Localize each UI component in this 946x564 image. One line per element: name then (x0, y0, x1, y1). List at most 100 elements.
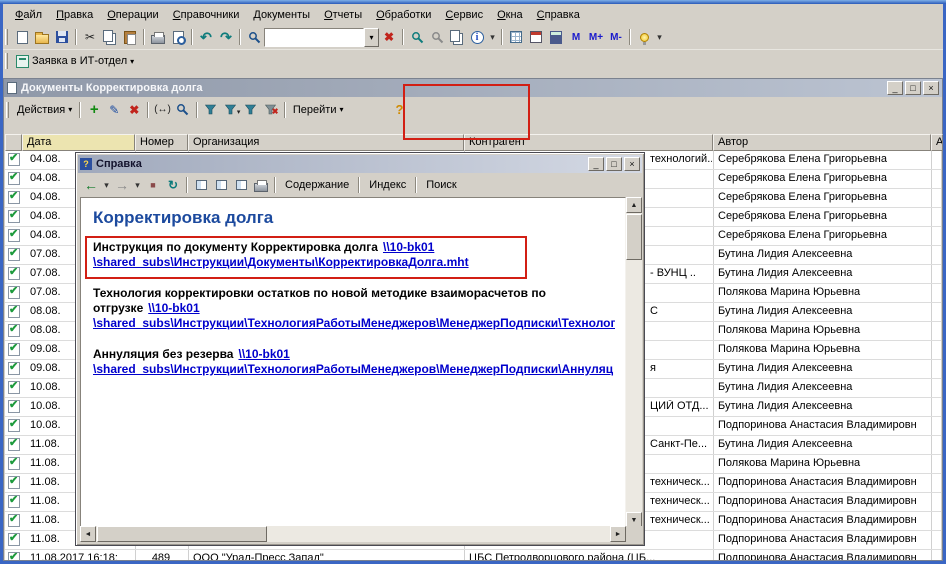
find-next-button[interactable] (407, 27, 427, 47)
help-entry-title: Аннуляция без резерва (93, 347, 234, 361)
calendar-button[interactable] (526, 27, 546, 47)
undo-button[interactable]: ↶ (196, 27, 216, 47)
table-row[interactable]: 11.08.2017 16:18: 489 ООО "Урал-Пресс За… (5, 550, 941, 560)
back-dropdown-button[interactable]: ▾ (101, 175, 112, 195)
forward-dropdown-button[interactable]: ▾ (132, 175, 143, 195)
toolbar-separator (402, 29, 404, 45)
date-interval-button[interactable]: (↔) (152, 100, 173, 120)
delete-mark-button[interactable]: ✖ (124, 100, 144, 120)
toolbar-separator (195, 101, 198, 118)
column-header-extra[interactable]: А (931, 134, 943, 151)
help-entry-link-path[interactable]: \shared_subs\Инструкции\ТехнологияРаботы… (93, 316, 615, 331)
horizontal-scrollbar[interactable]: ◄ ► (80, 526, 626, 542)
menu-item[interactable]: Сервис (438, 7, 490, 23)
tip-of-day-button[interactable] (634, 27, 654, 47)
maximize-button[interactable]: □ (606, 157, 622, 171)
search-input[interactable] (264, 27, 364, 47)
horizontal-scroll-thumb[interactable] (97, 526, 267, 542)
menu-item[interactable]: Правка (49, 7, 100, 23)
panel-view-button[interactable] (231, 175, 251, 195)
help-entry-link-host[interactable]: \\10-bk01 (238, 347, 289, 361)
it-request-button[interactable]: Заявка в ИТ-отдел ▾ (12, 51, 138, 71)
memory-plus-button[interactable]: М+ (586, 27, 606, 47)
toolbar-grip[interactable] (5, 29, 8, 45)
menu-item[interactable]: Документы (246, 7, 317, 23)
vertical-scroll-thumb[interactable] (626, 214, 642, 260)
toolbar-grip[interactable] (5, 53, 8, 69)
memory-minus-button[interactable]: М- (606, 27, 626, 47)
menu-item[interactable]: Справочники (166, 7, 247, 23)
forward-button[interactable]: → (112, 175, 132, 195)
filter-by-value-button[interactable]: ▾ (221, 100, 241, 120)
back-button[interactable]: ← (81, 175, 101, 195)
info-dropdown-button[interactable]: ▾ (487, 27, 498, 47)
clear-search-button[interactable]: ✖ (379, 27, 399, 47)
index-button[interactable]: Индекс (363, 175, 412, 195)
cell-organization: ООО "Урал-Пресс Запад" (193, 552, 324, 560)
find-in-list-button[interactable] (173, 100, 193, 120)
table-button[interactable] (506, 27, 526, 47)
cell-counterparty-fragment: техническ... (650, 476, 710, 488)
toolbar-grip[interactable] (6, 101, 9, 118)
contents-button[interactable]: Содержание (279, 175, 355, 195)
posted-document-icon (8, 265, 20, 280)
save-button[interactable] (52, 27, 72, 47)
close-button[interactable]: × (624, 157, 640, 171)
help-entry-link-host[interactable]: \\10-bk01 (148, 301, 199, 315)
tip-dropdown-button[interactable]: ▾ (654, 27, 665, 47)
goto-button[interactable]: Перейти ▾ (289, 100, 348, 120)
copy-special-icon (450, 29, 460, 42)
filter-history-button[interactable] (241, 100, 261, 120)
print-preview-button[interactable] (168, 27, 188, 47)
redo-button[interactable]: ↷ (216, 27, 236, 47)
menu-item[interactable]: Справка (530, 7, 587, 23)
info-button[interactable]: i (467, 27, 487, 47)
actions-button[interactable]: Действия ▾ (13, 100, 76, 120)
close-button[interactable]: × (923, 81, 939, 95)
open-button[interactable] (32, 27, 52, 47)
column-header-date[interactable]: Дата (22, 134, 135, 151)
help-entry-link-path[interactable]: \shared_subs\Инструкции\ТехнологияРаботы… (93, 362, 615, 377)
chevron-down-icon: ▾ (369, 32, 374, 42)
add-button[interactable]: + (84, 100, 104, 120)
column-header-icon[interactable] (5, 134, 22, 151)
help-print-button[interactable] (251, 175, 271, 195)
disable-filter-button[interactable]: ✖ (261, 100, 281, 120)
copy-button[interactable] (100, 27, 120, 47)
column-header-number[interactable]: Номер (135, 134, 188, 151)
minimize-button[interactable]: _ (588, 157, 604, 171)
memory-button[interactable]: М (566, 27, 586, 47)
column-header-author[interactable]: Автор (713, 134, 931, 151)
stop-button[interactable]: ■ (143, 175, 163, 195)
menu-item[interactable]: Обработки (369, 7, 438, 23)
menu-item[interactable]: Операции (100, 7, 165, 23)
scroll-left-button[interactable]: ◄ (80, 526, 96, 542)
menu-item[interactable]: Окна (490, 7, 530, 23)
menu-item[interactable]: Файл (8, 7, 49, 23)
panel-view-button[interactable] (211, 175, 231, 195)
edit-button[interactable]: ✎ (104, 100, 124, 120)
menu-item[interactable]: Отчеты (317, 7, 369, 23)
filter-sort-button[interactable] (201, 100, 221, 120)
search-dropdown-button[interactable]: ▾ (364, 27, 379, 47)
annotation-rectangle-help-button (403, 84, 530, 140)
find-previous-button[interactable] (427, 27, 447, 47)
cut-button[interactable]: ✂ (80, 27, 100, 47)
vertical-scrollbar[interactable]: ▲ ▼ (626, 197, 642, 528)
scroll-right-button[interactable]: ► (610, 526, 626, 542)
search-button[interactable] (244, 27, 264, 47)
print-button[interactable] (148, 27, 168, 47)
posted-document-icon (8, 360, 20, 375)
panel-view-button[interactable] (191, 175, 211, 195)
copy-to-clipboard-button[interactable] (447, 27, 467, 47)
paste-button[interactable] (120, 27, 140, 47)
minimize-button[interactable]: _ (887, 81, 903, 95)
refresh-button[interactable]: ↻ (163, 175, 183, 195)
new-document-button[interactable] (12, 27, 32, 47)
posted-document-icon (8, 303, 20, 318)
calculator-button[interactable] (546, 27, 566, 47)
restore-button[interactable]: □ (905, 81, 921, 95)
help-window-titlebar[interactable]: ? Справка _ □ × (78, 155, 642, 173)
scroll-up-button[interactable]: ▲ (626, 197, 642, 213)
search-tab-button[interactable]: Поиск (420, 175, 462, 195)
